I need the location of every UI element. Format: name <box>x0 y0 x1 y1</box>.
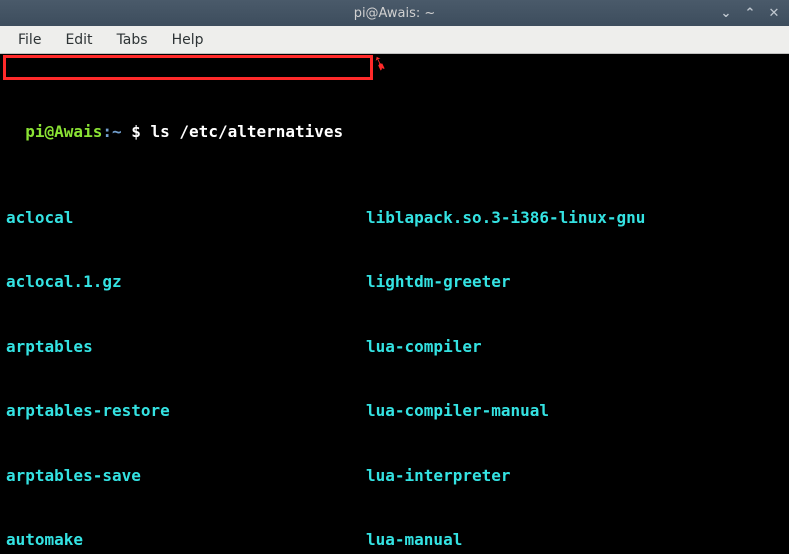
list-item: arptables <box>6 336 366 358</box>
menubar: File Edit Tabs Help <box>0 26 789 54</box>
listing-columns: aclocal aclocal.1.gz arptables arptables… <box>6 164 783 554</box>
list-item: arptables-restore <box>6 400 366 422</box>
annotation-arrow-icon: ➷ <box>371 54 391 75</box>
listing-column-1: aclocal aclocal.1.gz arptables arptables… <box>6 164 366 554</box>
list-item: lua-manual <box>366 529 783 551</box>
window-title: pi@Awais: ~ <box>354 6 436 21</box>
close-button[interactable]: ✕ <box>767 6 781 21</box>
prompt-user-host: pi@Awais <box>25 122 102 141</box>
list-item: arptables-save <box>6 465 366 487</box>
prompt-path: ~ <box>112 122 122 141</box>
list-item: automake <box>6 529 366 551</box>
listing-column-2: liblapack.so.3-i386-linux-gnu lightdm-gr… <box>366 164 783 554</box>
menu-help[interactable]: Help <box>162 28 214 52</box>
list-item: lua-compiler-manual <box>366 400 783 422</box>
terminal-area[interactable]: ➷ pi@Awais:~ $ ls /etc/alternatives aclo… <box>0 54 789 554</box>
prompt-line: pi@Awais:~ $ ls /etc/alternatives <box>25 121 343 143</box>
list-item: liblapack.so.3-i386-linux-gnu <box>366 207 783 229</box>
minimize-button[interactable]: ⌄ <box>719 6 733 21</box>
prompt-dollar: $ <box>122 122 151 141</box>
annotation-highlight-box <box>3 55 373 80</box>
prompt-command: ls /etc/alternatives <box>151 122 344 141</box>
window-controls: ⌄ ⌃ ✕ <box>719 6 781 21</box>
list-item: lightdm-greeter <box>366 271 783 293</box>
menu-tabs[interactable]: Tabs <box>107 28 158 52</box>
window-titlebar: pi@Awais: ~ ⌄ ⌃ ✕ <box>0 0 789 26</box>
menu-file[interactable]: File <box>8 28 51 52</box>
maximize-button[interactable]: ⌃ <box>743 6 757 21</box>
list-item: aclocal.1.gz <box>6 271 366 293</box>
menu-edit[interactable]: Edit <box>55 28 102 52</box>
list-item: lua-interpreter <box>366 465 783 487</box>
list-item: aclocal <box>6 207 366 229</box>
prompt-colon: : <box>102 122 112 141</box>
list-item: lua-compiler <box>366 336 783 358</box>
